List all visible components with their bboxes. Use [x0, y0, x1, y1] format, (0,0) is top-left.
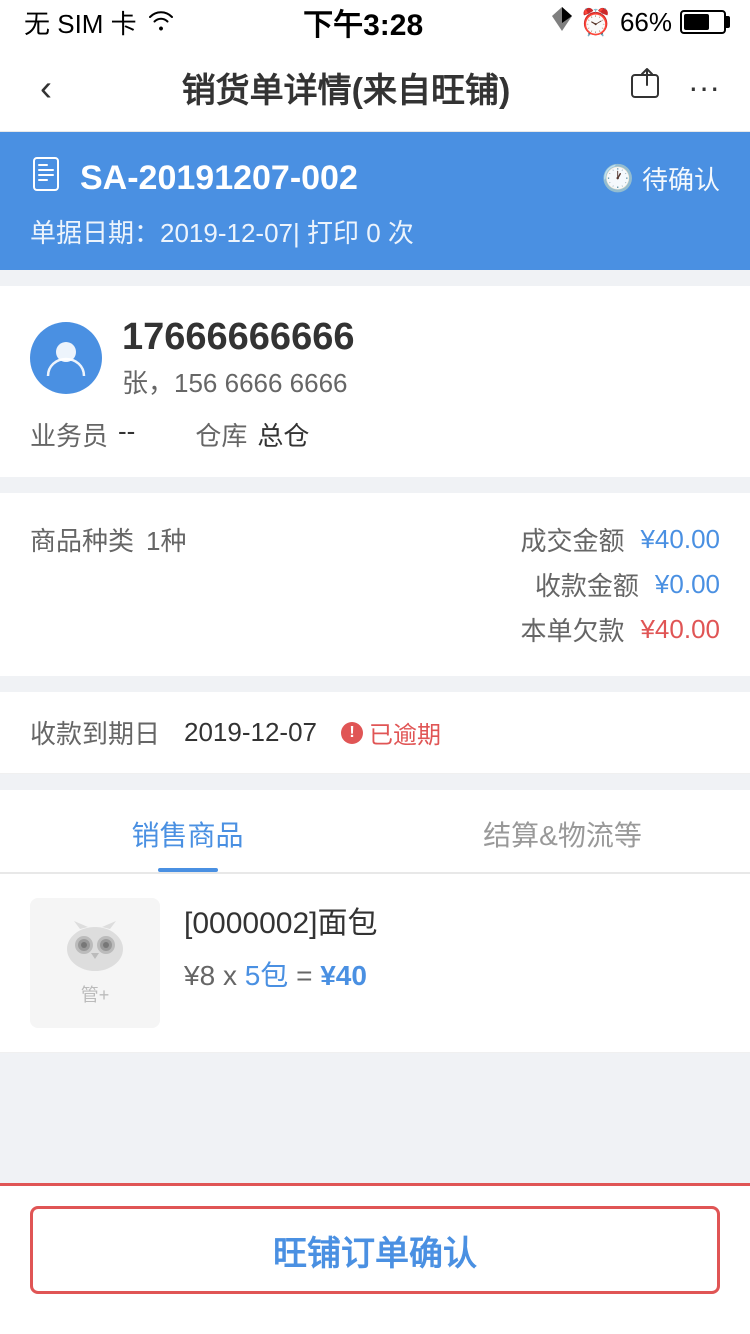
overdue-dot-icon: !: [341, 722, 363, 744]
category-value: 1种: [146, 521, 186, 558]
overdue-badge: ! 已逾期: [341, 715, 441, 750]
order-status: 🕐 待确认: [602, 160, 720, 197]
warehouse: 仓库 总仓: [195, 416, 309, 453]
product-total: ¥40: [320, 960, 367, 991]
product-thumbnail: 管+: [30, 898, 160, 1028]
status-bar-right: ⏰ 66%: [552, 7, 726, 38]
category-label: 商品种类: [30, 521, 134, 558]
stats-category: 商品种类 1种: [30, 521, 186, 558]
status-bar-left: 无 SIM 卡: [24, 4, 175, 41]
collected-label: 收款金额: [535, 566, 639, 603]
more-icon[interactable]: ···: [688, 69, 720, 106]
status-text: 待确认: [642, 160, 720, 197]
amount-label: 成交金额: [520, 521, 624, 558]
product-placeholder-icon: [60, 919, 130, 981]
due-date-value: 2019-12-07: [184, 717, 317, 748]
carrier-label: 无 SIM 卡: [24, 4, 137, 41]
order-date-row: 单据日期：2019-12-07| 打印 0 次: [30, 213, 720, 250]
order-id-text: SA-20191207-002: [80, 159, 358, 198]
order-icon: [30, 156, 66, 201]
collected-value: ¥0.00: [655, 569, 720, 600]
product-qty: 5包: [245, 960, 289, 991]
product-price-row: ¥8 x 5包 = ¥40: [184, 954, 720, 994]
share-icon[interactable]: [630, 67, 664, 109]
customer-phone: 17666666666: [122, 316, 354, 359]
alarm-icon: ⏰: [580, 7, 612, 38]
tab-sales-products[interactable]: 销售商品: [0, 790, 375, 872]
print-count: | 打印 0 次: [293, 218, 414, 248]
status-clock-icon: 🕐: [602, 163, 634, 194]
stats-row-2: 本单欠款 ¥40.00: [520, 611, 720, 648]
tab-settlement[interactable]: 结算&物流等: [375, 790, 750, 872]
stats-left: 商品种类 1种: [30, 521, 186, 558]
owed-value: ¥40.00: [640, 614, 720, 645]
owed-label: 本单欠款: [520, 611, 624, 648]
order-header: SA-20191207-002 🕐 待确认 单据日期：2019-12-07| 打…: [0, 132, 750, 270]
stats-card: 商品种类 1种 成交金额 ¥40.00 收款金额 ¥0.00 本单欠款 ¥40.…: [0, 493, 750, 676]
sales-value: --: [118, 416, 135, 453]
customer-card: 17666666666 张，156 6666 6666 业务员 -- 仓库 总仓: [0, 286, 750, 477]
sales-label: 业务员: [30, 416, 108, 453]
warehouse-label: 仓库: [195, 416, 247, 453]
order-id-section: SA-20191207-002: [30, 156, 358, 201]
tab-settlement-label: 结算&物流等: [483, 820, 642, 851]
equals-symbol: =: [288, 960, 320, 991]
page-title: 销货单详情(来自旺铺): [182, 63, 511, 112]
status-bar: 无 SIM 卡 下午3:28 ⏰ 66%: [0, 0, 750, 44]
nav-bar: ‹ 销货单详情(来自旺铺) ···: [0, 44, 750, 132]
product-name: [0000002]面包: [184, 898, 720, 942]
product-price: ¥8: [184, 960, 215, 991]
product-image: 管+: [30, 898, 160, 1028]
stats-row-0: 成交金额 ¥40.00: [520, 521, 720, 558]
table-row: 管+ [0000002]面包 ¥8 x 5包 = ¥40: [0, 874, 750, 1053]
due-date-label: 收款到期日: [30, 714, 160, 751]
overdue-text: 已逾期: [369, 715, 441, 750]
product-info: [0000002]面包 ¥8 x 5包 = ¥40: [184, 898, 720, 994]
nav-actions: ···: [630, 67, 720, 109]
battery-icon: [680, 10, 726, 34]
warehouse-value: 总仓: [257, 416, 309, 453]
tabs-bar: 销售商品 结算&物流等: [0, 790, 750, 874]
customer-name: 张，156 6666 6666: [122, 363, 354, 400]
customer-meta: 业务员 -- 仓库 总仓: [30, 416, 720, 453]
stats-row-1: 收款金额 ¥0.00: [535, 566, 720, 603]
date-value: 2019-12-07: [160, 218, 293, 248]
multiply-symbol: x: [223, 960, 245, 991]
location-icon: [552, 7, 572, 38]
tab-sales-label: 销售商品: [131, 820, 243, 851]
status-bar-time: 下午3:28: [303, 0, 423, 44]
brand-text: 管+: [60, 981, 130, 1007]
battery-percent: 66%: [620, 7, 672, 38]
date-label: 单据日期：: [30, 218, 160, 248]
confirm-button-wrapper: 旺铺订单确认: [0, 1183, 750, 1334]
customer-avatar: [30, 322, 102, 394]
sales-person: 业务员 --: [30, 416, 135, 453]
stats-right: 成交金额 ¥40.00 收款金额 ¥0.00 本单欠款 ¥40.00: [520, 521, 720, 648]
product-list: 管+ [0000002]面包 ¥8 x 5包 = ¥40: [0, 874, 750, 1053]
wifi-icon: [147, 7, 175, 38]
back-button[interactable]: ‹: [30, 57, 62, 119]
amount-value: ¥40.00: [640, 524, 720, 555]
confirm-order-button[interactable]: 旺铺订单确认: [30, 1206, 720, 1294]
due-date-card: 收款到期日 2019-12-07 ! 已逾期: [0, 692, 750, 774]
